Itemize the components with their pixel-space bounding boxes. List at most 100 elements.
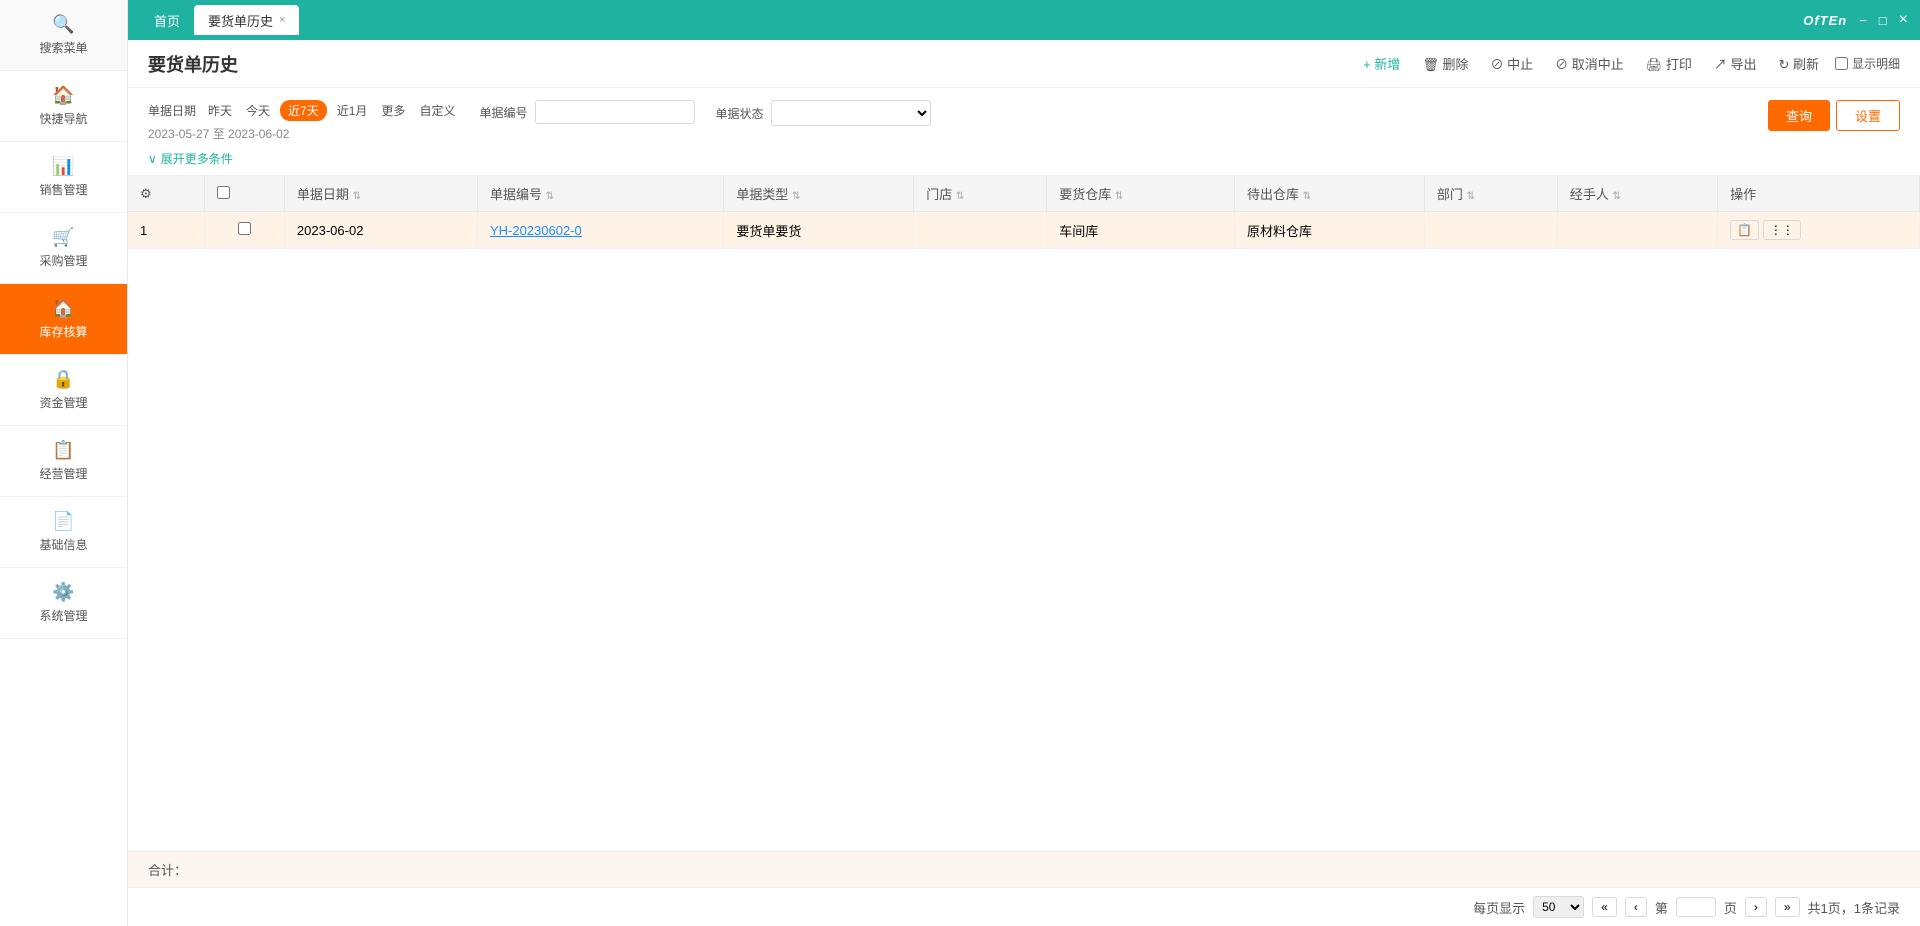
last-page-btn[interactable]: » xyxy=(1775,897,1800,917)
col-pending_warehouse[interactable]: 待出仓库 ⇅ xyxy=(1235,176,1425,212)
topbar-tabs: 首页要货单历史 × xyxy=(140,5,299,35)
date-tag-today[interactable]: 今天 xyxy=(242,101,274,120)
row-op-detail-btn[interactable]: 📋 xyxy=(1730,220,1759,240)
first-page-btn[interactable]: « xyxy=(1592,897,1617,917)
main-content: 首页要货单历史 × OfTEn − □ × 要货单历史 + 新增 🗑 删除 ⊘ 中… xyxy=(128,0,1920,926)
date-tag-last7[interactable]: 近7天 xyxy=(280,100,327,121)
prev-page-btn[interactable]: ‹ xyxy=(1625,897,1647,917)
sidebar-item-purchase-mgmt[interactable]: 🛒采购管理 xyxy=(0,213,127,284)
date-tag-last_month[interactable]: 近1月 xyxy=(333,101,372,120)
tab-close-icon[interactable]: × xyxy=(279,14,285,26)
sort-icon-doc_date: ⇅ xyxy=(353,191,361,202)
date-filter-row: 单据日期 昨天今天近7天近1月更多自定义 xyxy=(148,100,459,121)
table-settings-icon[interactable]: ⚙ xyxy=(140,186,152,201)
expand-chevron-icon: ∨ xyxy=(148,152,157,166)
sidebar-item-label: 快捷导航 xyxy=(39,110,87,127)
expand-more-label: 展开更多条件 xyxy=(161,150,233,167)
sort-icon-handler: ⇅ xyxy=(1613,191,1621,202)
sort-icon-doc_type: ⇅ xyxy=(792,191,800,202)
tab-requisition-history[interactable]: 要货单历史 × xyxy=(194,5,299,35)
sidebar-item-finance-mgmt[interactable]: 🔒 资金管理 xyxy=(0,355,127,426)
tab-home[interactable]: 首页 xyxy=(140,5,194,35)
expand-more-btn[interactable]: ∨ 展开更多条件 xyxy=(148,150,1900,167)
col-department[interactable]: 部门 ⇅ xyxy=(1424,176,1557,212)
show-detail-toggle[interactable]: 显示明细 xyxy=(1835,55,1900,72)
current-page-prefix: 第 xyxy=(1655,898,1668,917)
topbar-right: OfTEn − □ × xyxy=(1803,11,1908,29)
sales-mgmt-icon: 📊 xyxy=(52,156,74,177)
page-number-input[interactable]: 1 xyxy=(1676,897,1716,917)
col-label-doc_type: 单据类型 xyxy=(736,187,788,202)
delete-button[interactable]: 🗑 删除 xyxy=(1416,50,1474,77)
finance-mgmt-icon: 🔒 xyxy=(52,369,74,390)
system-mgmt-icon: ⚙️ xyxy=(52,582,74,603)
sidebar-item-label: 资金管理 xyxy=(39,394,87,411)
col-doc_type[interactable]: 单据类型 ⇅ xyxy=(724,176,914,212)
sidebar-item-operations-mgmt[interactable]: 📋经营管理 xyxy=(0,426,127,497)
doc-status-select[interactable] xyxy=(771,100,931,126)
col-label-doc_number: 单据编号 xyxy=(490,187,542,202)
col-label-operation: 操作 xyxy=(1730,187,1756,202)
col-store[interactable]: 门店 ⇅ xyxy=(914,176,1047,212)
basic-info-icon: 📄 xyxy=(52,511,74,532)
col-req_warehouse[interactable]: 要货仓库 ⇅ xyxy=(1047,176,1235,212)
filter-area: 单据日期 昨天今天近7天近1月更多自定义 2023-05-27 至 2023-0… xyxy=(128,88,1920,176)
minimize-btn[interactable]: − xyxy=(1859,13,1867,28)
content-area: 要货单历史 + 新增 🗑 删除 ⊘ 中止 ⊘ 取消中止 🖨 打印 ↗ 导出 ↻ … xyxy=(128,40,1920,926)
table-row[interactable]: 12023-06-02YH-20230602-0要货单要货车间库原材料仓库 📋 … xyxy=(128,212,1920,249)
doc-number-input[interactable] xyxy=(535,100,695,124)
sidebar-item-basic-info[interactable]: 📄基础信息 xyxy=(0,497,127,568)
query-button[interactable]: 查询 xyxy=(1768,100,1830,131)
col-doc_date[interactable]: 单据日期 ⇅ xyxy=(284,176,477,212)
tab-label: 要货单历史 xyxy=(208,11,273,30)
row-checkbox-cell xyxy=(204,212,284,249)
doc-status-filter-group: 单据状态 xyxy=(715,100,931,126)
add-button[interactable]: + 新增 xyxy=(1357,50,1406,77)
select-all-checkbox[interactable] xyxy=(217,186,230,199)
row-req-warehouse: 车间库 xyxy=(1047,212,1235,249)
col-checkbox xyxy=(204,176,284,212)
operations-mgmt-icon: 📋 xyxy=(52,440,74,461)
sidebar-item-sales-mgmt[interactable]: 📊销售管理 xyxy=(0,142,127,213)
filter-left-groups: 单据日期 昨天今天近7天近1月更多自定义 2023-05-27 至 2023-0… xyxy=(148,100,1748,142)
maximize-btn[interactable]: □ xyxy=(1879,13,1887,28)
close-window-btn[interactable]: × xyxy=(1899,11,1908,29)
col-label-pending_warehouse: 待出仓库 xyxy=(1247,187,1299,202)
col-handler[interactable]: 经手人 ⇅ xyxy=(1557,176,1717,212)
doc-status-label: 单据状态 xyxy=(715,105,763,122)
date-filter-label: 单据日期 xyxy=(148,102,196,119)
cancel-suspend-button[interactable]: ⊘ 取消中止 xyxy=(1549,50,1630,77)
col-label-handler: 经手人 xyxy=(1570,187,1609,202)
next-page-btn[interactable]: › xyxy=(1745,897,1767,917)
sort-icon-department: ⇅ xyxy=(1467,191,1475,202)
row-op-more-btn[interactable]: ⋮⋮ xyxy=(1763,220,1801,240)
sidebar-item-system-mgmt[interactable]: ⚙️系统管理 xyxy=(0,568,127,639)
col-settings: ⚙ xyxy=(128,176,204,212)
doc-number-link[interactable]: YH-20230602-0 xyxy=(490,223,582,238)
sidebar-item-inventory-mgmt[interactable]: 🏠库存核算 xyxy=(0,284,127,355)
date-tag-yesterday[interactable]: 昨天 xyxy=(204,101,236,120)
show-detail-checkbox[interactable] xyxy=(1835,57,1848,70)
export-button[interactable]: ↗ 导出 xyxy=(1708,50,1763,77)
row-department xyxy=(1424,212,1557,249)
refresh-button[interactable]: ↻ 刷新 xyxy=(1772,50,1825,77)
print-button[interactable]: 🖨 打印 xyxy=(1640,50,1698,77)
total-info: 共1页，1条记录 xyxy=(1808,898,1900,917)
search-menu-icon: 🔍 xyxy=(52,14,74,35)
suspend-button[interactable]: ⊘ 中止 xyxy=(1484,50,1539,77)
sidebar-item-search-menu[interactable]: 🔍搜索菜单 xyxy=(0,0,127,71)
date-tag-more[interactable]: 更多 xyxy=(377,101,409,120)
per-page-select[interactable]: 102050100 xyxy=(1533,896,1584,918)
col-label-req_warehouse: 要货仓库 xyxy=(1059,187,1111,202)
sidebar: 🔍搜索菜单🏠快捷导航📊销售管理🛒采购管理🏠库存核算🔒资金管理📋经营管理📄基础信息… xyxy=(0,0,128,926)
sidebar-item-quick-nav[interactable]: 🏠快捷导航 xyxy=(0,71,127,142)
settings-button[interactable]: 设置 xyxy=(1836,100,1900,131)
row-checkbox[interactable] xyxy=(238,222,251,235)
inventory-mgmt-icon: 🏠 xyxy=(52,298,74,319)
row-doc-number: YH-20230602-0 xyxy=(477,212,723,249)
date-tag-custom[interactable]: 自定义 xyxy=(415,101,459,120)
col-doc_number[interactable]: 单据编号 ⇅ xyxy=(477,176,723,212)
sort-icon-store: ⇅ xyxy=(956,191,964,202)
sort-icon-pending_warehouse: ⇅ xyxy=(1303,191,1311,202)
row-doc-type: 要货单要货 xyxy=(724,212,914,249)
